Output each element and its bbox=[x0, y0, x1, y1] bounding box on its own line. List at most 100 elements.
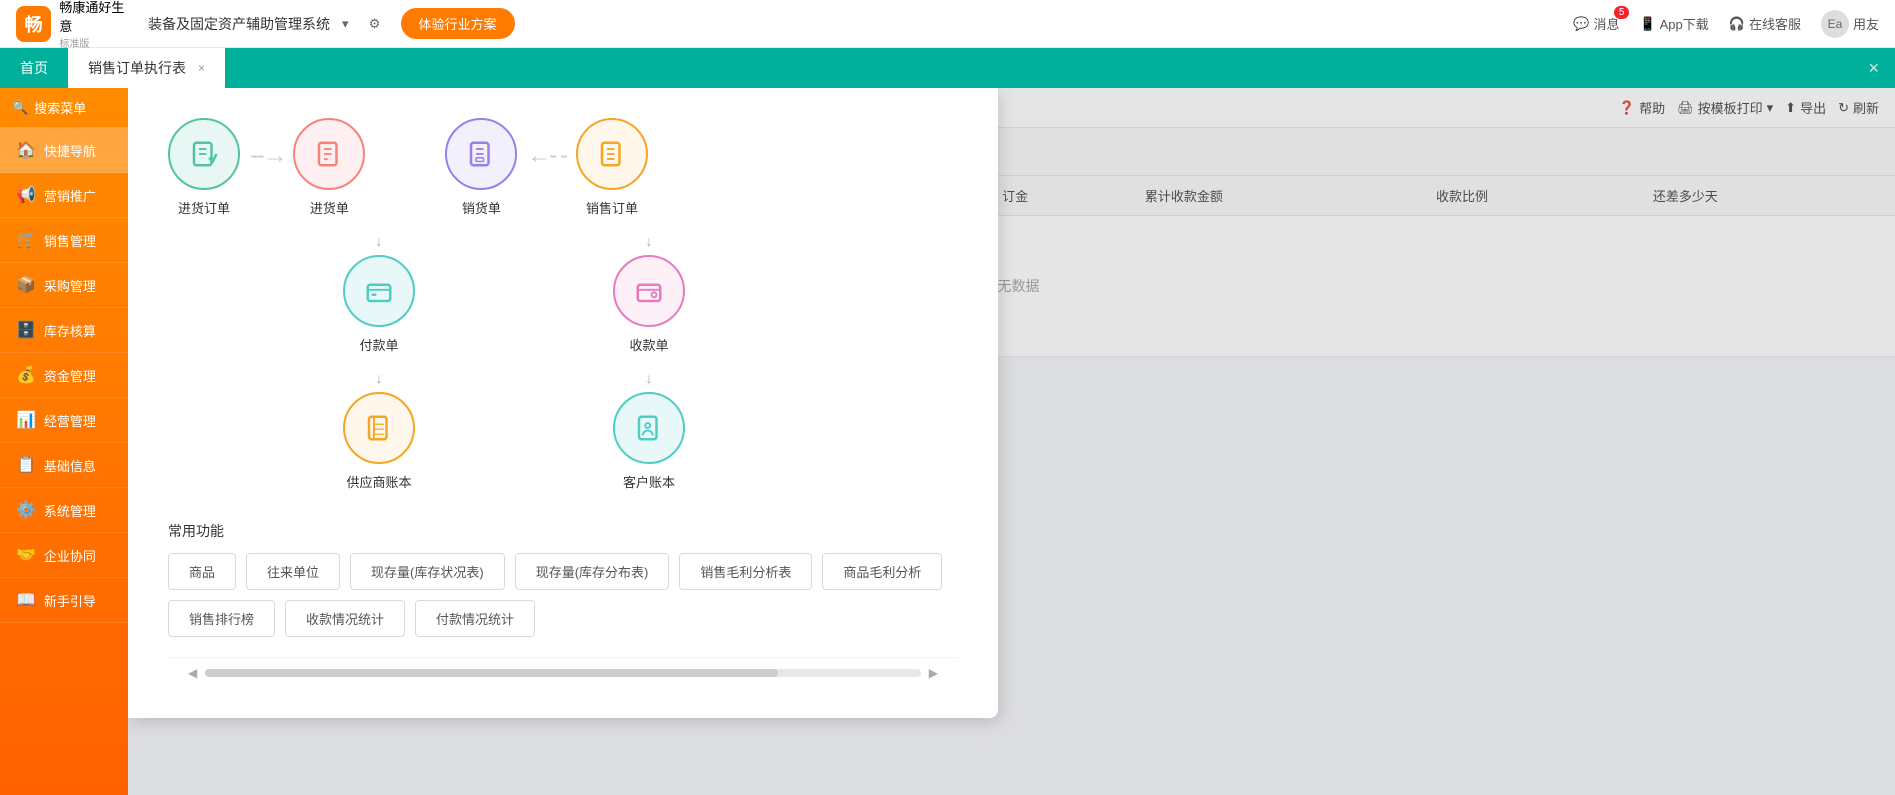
sidebar-item-newbie[interactable]: 📖 新手引导 bbox=[0, 578, 128, 623]
logo-text-block: 畅康通好生意 标准版 bbox=[59, 0, 136, 50]
popup-scrollbar: ◀ ▶ bbox=[168, 657, 958, 688]
sidebar-item-label: 库存核算 bbox=[44, 321, 96, 340]
finance-icon: 💰 bbox=[16, 365, 36, 385]
tab-sales-order-label: 销售订单执行表 bbox=[88, 58, 186, 78]
customer-ledger-icon bbox=[613, 392, 685, 464]
sidebar-item-system[interactable]: ⚙️ 系统管理 bbox=[0, 488, 128, 533]
message-badge: 5 bbox=[1614, 6, 1630, 19]
payment-order-label: 付款单 bbox=[359, 335, 398, 354]
logo-area: 畅 畅康通好生意 标准版 bbox=[16, 0, 136, 50]
flow-node-sales-bill[interactable]: 销货单 bbox=[445, 118, 517, 217]
user-menu[interactable]: Ea 用友 bbox=[1821, 10, 1879, 38]
app-download-button[interactable]: 📱 App下载 bbox=[1639, 14, 1708, 33]
sidebar-item-label: 基础信息 bbox=[44, 456, 96, 475]
top-bar-right: 💬 消息 5 📱 App下载 🎧 在线客服 Ea 用友 bbox=[1573, 10, 1879, 38]
common-functions: 常用功能 商品 往来单位 现存量(库存状况表) 现存量(库存分布表) 销售毛利分… bbox=[168, 521, 958, 637]
settings-button[interactable]: ⚙ bbox=[361, 10, 389, 38]
sidebar-item-marketing[interactable]: 📢 营销推广 bbox=[0, 173, 128, 218]
online-service-label: 在线客服 bbox=[1749, 14, 1801, 33]
sidebar-item-finance[interactable]: 💰 资金管理 bbox=[0, 353, 128, 398]
arrow-down-supplier: ↓ bbox=[376, 370, 383, 386]
sidebar-item-purchase[interactable]: 📦 采购管理 bbox=[0, 263, 128, 308]
sales-order-label: 销售订单 bbox=[586, 198, 638, 217]
purchase-order-label: 进货订单 bbox=[178, 198, 230, 217]
func-btn-pay-stats[interactable]: 付款情况统计 bbox=[415, 600, 535, 637]
system-dropdown-icon[interactable]: ▾ bbox=[342, 16, 349, 32]
quick-nav-popup: 进货订单 - - → bbox=[128, 88, 998, 718]
logo-text: 畅康通好生意 bbox=[59, 0, 136, 35]
cooperation-icon: 🤝 bbox=[16, 545, 36, 565]
purchase-bill-label: 进货单 bbox=[310, 198, 349, 217]
flow-node-purchase-order[interactable]: 进货订单 bbox=[168, 118, 240, 217]
newbie-icon: 📖 bbox=[16, 590, 36, 610]
tab-home[interactable]: 首页 bbox=[0, 48, 68, 88]
inventory-icon: 🗄️ bbox=[16, 320, 36, 340]
operations-icon: 📊 bbox=[16, 410, 36, 430]
common-functions-title: 常用功能 bbox=[168, 521, 958, 541]
nav-tabs: 首页 销售订单执行表 × × bbox=[0, 48, 1895, 88]
sidebar-item-operations[interactable]: 📊 经营管理 bbox=[0, 398, 128, 443]
payment-order-icon bbox=[343, 255, 415, 327]
arrow-purchase-order-to-bill: - - → bbox=[240, 142, 293, 170]
sidebar-search-label: 搜索菜单 bbox=[34, 98, 86, 117]
func-btn-partners[interactable]: 往来单位 bbox=[246, 553, 340, 590]
sidebar-item-sales[interactable]: 🛒 销售管理 bbox=[0, 218, 128, 263]
message-icon: 💬 bbox=[1573, 16, 1589, 32]
marketing-icon: 📢 bbox=[16, 185, 36, 205]
func-btn-product-gross[interactable]: 商品毛利分析 bbox=[822, 553, 942, 590]
flow-col-customer: ↓ 客户账本 bbox=[603, 370, 695, 491]
sidebar-item-quick-nav[interactable]: 🏠 快捷导航 bbox=[0, 128, 128, 173]
func-btn-recv-stats[interactable]: 收款情况统计 bbox=[285, 600, 405, 637]
nav-close-button[interactable]: × bbox=[1868, 58, 1895, 79]
flow-node-supplier-ledger[interactable]: 供应商账本 bbox=[343, 392, 415, 491]
purchase-bill-icon bbox=[293, 118, 365, 190]
search-icon: 🔍 bbox=[12, 100, 28, 116]
scroll-track[interactable] bbox=[205, 669, 921, 677]
flow-col-receipt: ↓ 收款单 bbox=[603, 233, 695, 354]
flow-node-customer-ledger[interactable]: 客户账本 bbox=[613, 392, 685, 491]
online-service-button[interactable]: 🎧 在线客服 bbox=[1729, 14, 1801, 33]
flow-node-payment-order[interactable]: 付款单 bbox=[343, 255, 415, 354]
scroll-right-icon[interactable]: ▶ bbox=[929, 666, 938, 680]
headset-icon: 🎧 bbox=[1729, 16, 1745, 32]
app-download-label: App下载 bbox=[1660, 14, 1709, 33]
trial-button[interactable]: 体验行业方案 bbox=[401, 8, 515, 39]
basic-icon: 📋 bbox=[16, 455, 36, 475]
flow-node-purchase-bill[interactable]: 进货单 bbox=[293, 118, 365, 217]
tab-home-label: 首页 bbox=[20, 58, 48, 78]
sales-bill-icon bbox=[445, 118, 517, 190]
func-btn-stock-dist[interactable]: 现存量(库存分布表) bbox=[515, 553, 670, 590]
scroll-left-icon[interactable]: ◀ bbox=[188, 666, 197, 680]
sidebar-item-label: 营销推广 bbox=[44, 186, 96, 205]
system-title: 装备及固定资产辅助管理系统 bbox=[148, 14, 330, 34]
func-btn-sales-gross[interactable]: 销售毛利分析表 bbox=[679, 553, 812, 590]
receipt-order-label: 收款单 bbox=[629, 335, 668, 354]
tab-close-icon[interactable]: × bbox=[198, 61, 205, 75]
home-icon: 🏠 bbox=[16, 140, 36, 160]
func-btn-sales-ranking[interactable]: 销售排行榜 bbox=[168, 600, 275, 637]
sidebar-item-label: 采购管理 bbox=[44, 276, 96, 295]
tab-sales-order[interactable]: 销售订单执行表 × bbox=[68, 48, 225, 88]
phone-icon: 📱 bbox=[1639, 16, 1655, 32]
sidebar-item-label: 销售管理 bbox=[44, 231, 96, 250]
flow-diagram: 进货订单 - - → bbox=[168, 118, 958, 491]
arrow-sales-order-to-bill: ←- - bbox=[517, 142, 576, 170]
message-button[interactable]: 💬 消息 5 bbox=[1573, 14, 1619, 33]
avatar: Ea bbox=[1821, 10, 1849, 38]
sidebar-item-label: 资金管理 bbox=[44, 366, 96, 385]
arrow-down-payment: ↓ bbox=[376, 233, 383, 249]
func-btn-product[interactable]: 商品 bbox=[168, 553, 236, 590]
purchase-icon: 📦 bbox=[16, 275, 36, 295]
func-btn-stock-status[interactable]: 现存量(库存状况表) bbox=[350, 553, 505, 590]
sales-order-icon bbox=[576, 118, 648, 190]
sidebar-item-cooperation[interactable]: 🤝 企业协同 bbox=[0, 533, 128, 578]
flow-col-payment: ↓ 付款单 bbox=[333, 233, 425, 354]
sidebar-item-basic[interactable]: 📋 基础信息 bbox=[0, 443, 128, 488]
sidebar-item-inventory[interactable]: 🗄️ 库存核算 bbox=[0, 308, 128, 353]
sidebar-search[interactable]: 🔍 搜索菜单 bbox=[0, 88, 128, 128]
sidebar-item-label: 经营管理 bbox=[44, 411, 96, 430]
func-buttons-row2: 销售排行榜 收款情况统计 付款情况统计 bbox=[168, 600, 958, 637]
sales-icon: 🛒 bbox=[16, 230, 36, 250]
flow-node-receipt-order[interactable]: 收款单 bbox=[613, 255, 685, 354]
flow-node-sales-order[interactable]: 销售订单 bbox=[576, 118, 648, 217]
